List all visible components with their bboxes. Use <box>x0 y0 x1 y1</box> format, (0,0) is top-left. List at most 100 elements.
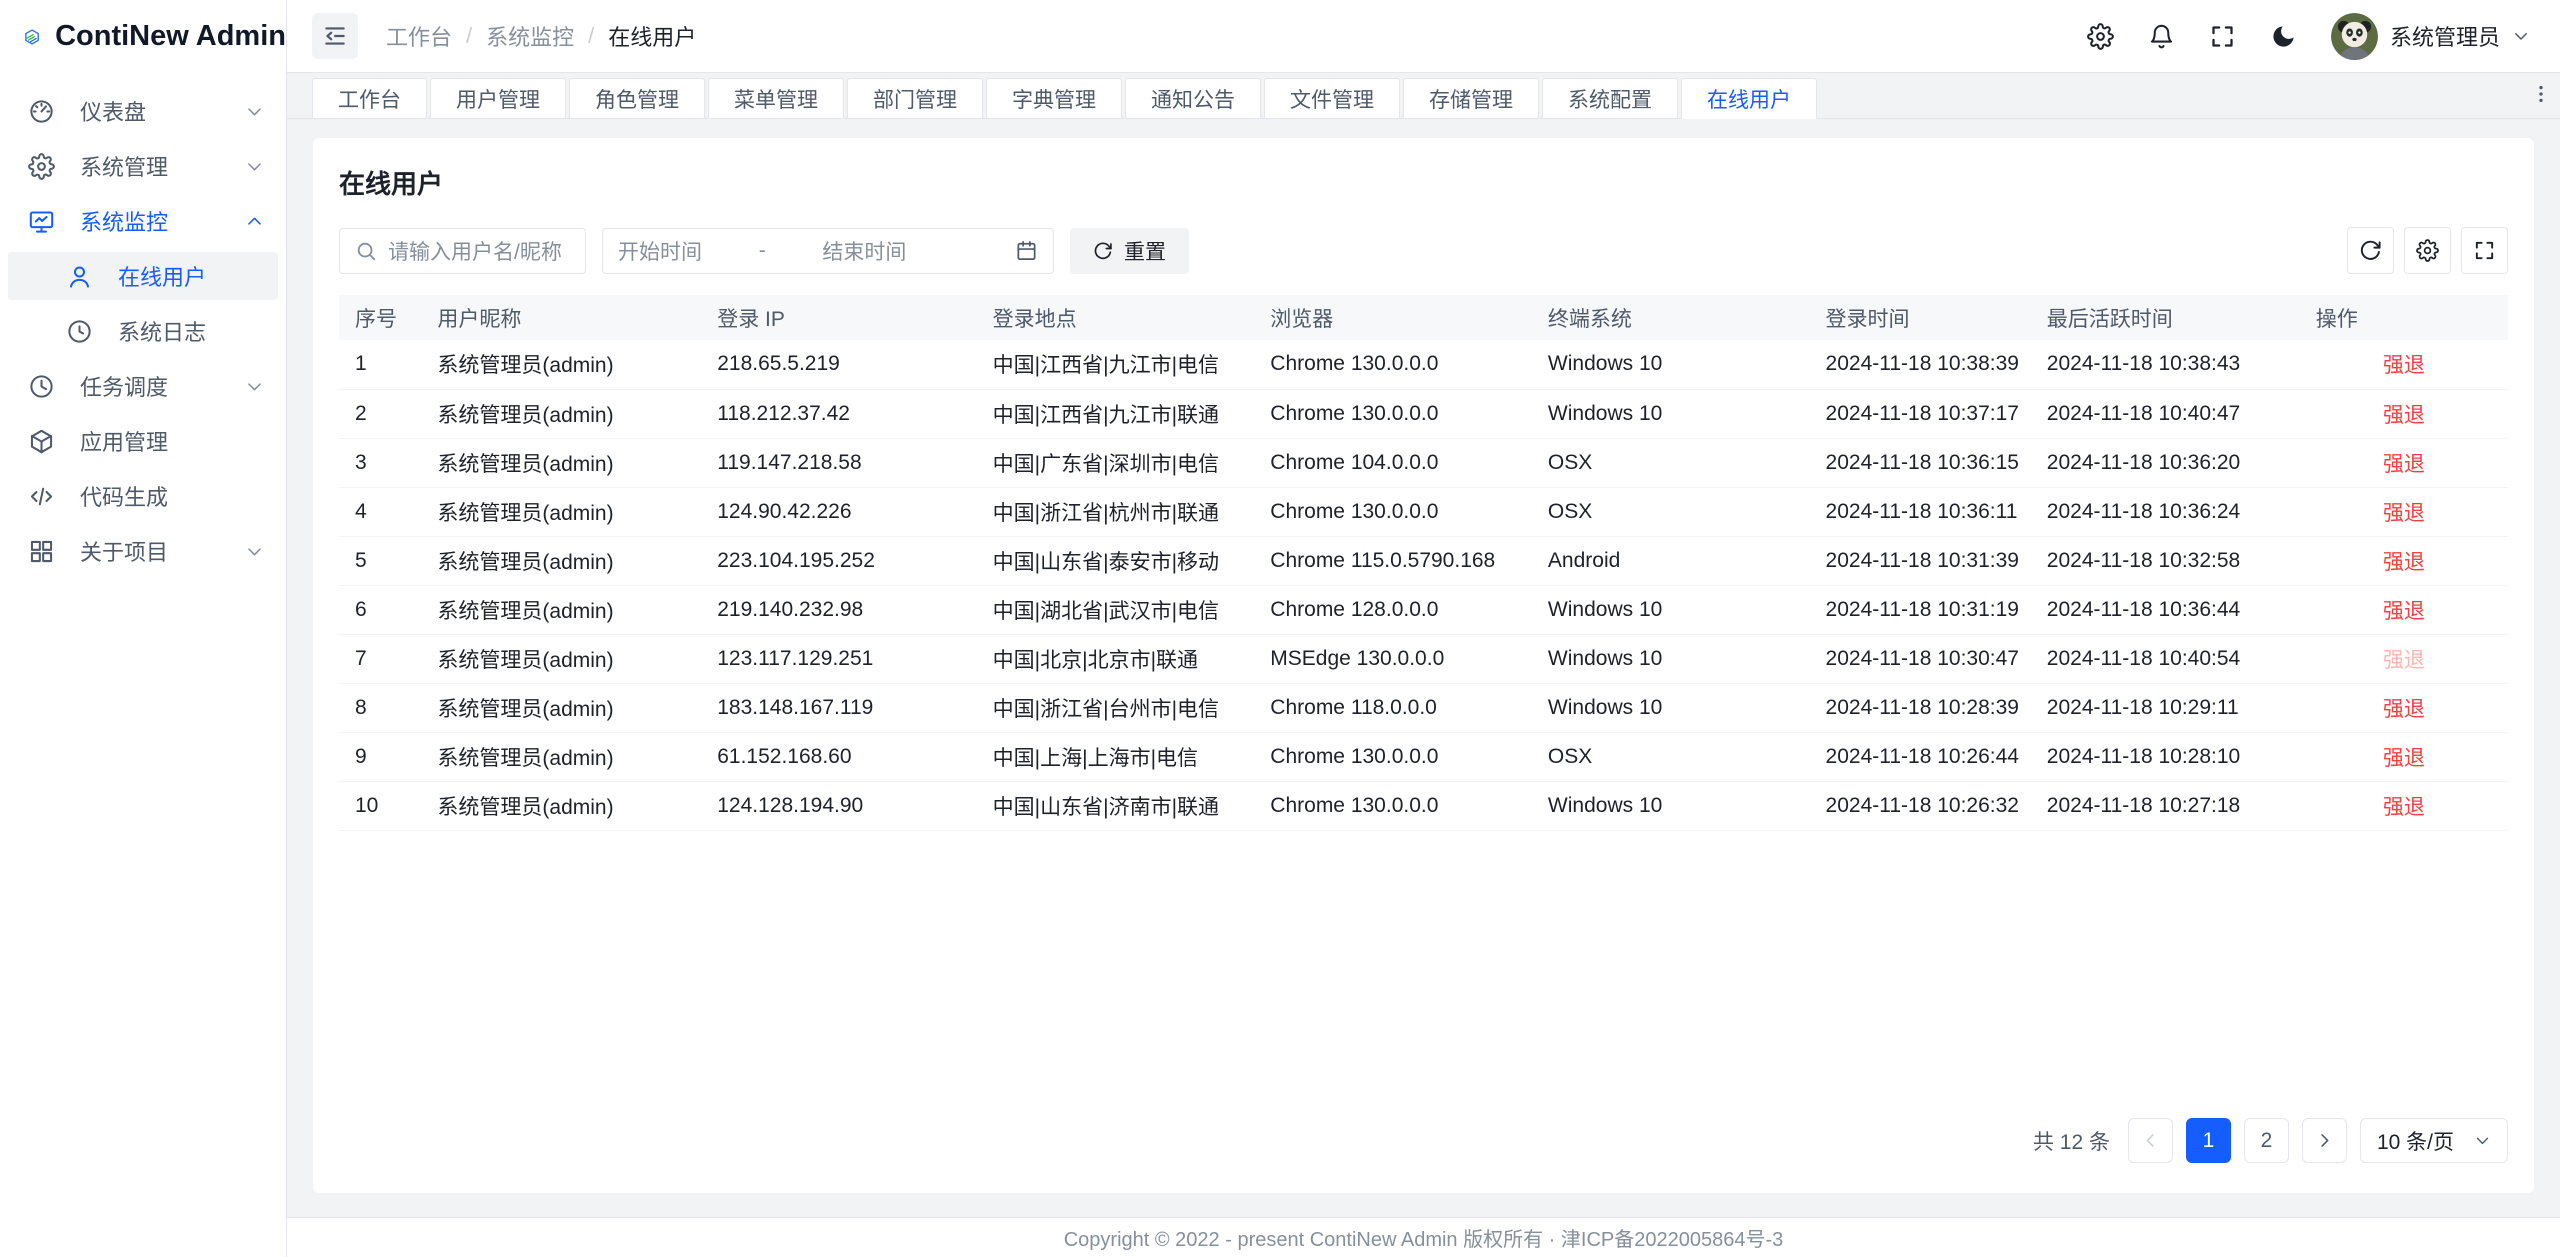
sidebar-item[interactable]: 仪表盘 <box>8 87 278 135</box>
user-menu[interactable]: 系统管理员 <box>2331 13 2530 60</box>
cell-ip: 218.65.5.219 <box>701 340 976 389</box>
sidebar-collapse-button[interactable] <box>312 13 358 59</box>
force-logout-link[interactable]: 强退 <box>2383 354 2425 377</box>
cell-location: 中国|江西省|九江市|电信 <box>977 340 1255 389</box>
sidebar-item[interactable]: 关于项目 <box>8 527 278 575</box>
pagination-prev-button[interactable] <box>2128 1118 2173 1163</box>
table-row: 9 系统管理员(admin) 61.152.168.60 中国|上海|上海市|电… <box>339 732 2508 781</box>
sidebar-item[interactable]: 在线用户 <box>8 252 278 300</box>
tab-label: 系统配置 <box>1568 84 1652 114</box>
tab[interactable]: 系统配置 <box>1542 78 1678 118</box>
tab[interactable]: 工作台 <box>312 78 427 118</box>
force-logout-link[interactable]: 强退 <box>2383 453 2425 476</box>
notifications-button[interactable] <box>2148 23 2175 50</box>
tab-label: 在线用户 <box>1707 84 1791 114</box>
cell-last-active: 2024-11-18 10:27:18 <box>2031 781 2300 830</box>
logo-icon <box>24 15 40 59</box>
cell-os: Windows 10 <box>1532 781 1810 830</box>
sidebar-item[interactable]: 系统日志 <box>8 307 278 355</box>
tab-label: 字典管理 <box>1012 84 1096 114</box>
force-logout-link[interactable]: 强退 <box>2383 698 2425 721</box>
cell-nickname: 系统管理员(admin) <box>421 732 701 781</box>
breadcrumb-item[interactable]: 系统监控 <box>486 20 574 52</box>
date-range-input[interactable]: 开始时间 - 结束时间 <box>602 228 1054 274</box>
reset-button[interactable]: 重置 <box>1070 228 1189 274</box>
cell-location: 中国|浙江省|杭州市|联通 <box>977 487 1255 536</box>
force-logout-link[interactable]: 强退 <box>2383 600 2425 623</box>
column-header: 最后活跃时间 <box>2031 295 2300 340</box>
sidebar-item-label: 系统管理 <box>80 150 245 182</box>
tab[interactable]: 菜单管理 <box>708 78 844 118</box>
sidebar-item-label: 仪表盘 <box>80 95 245 127</box>
table-settings-button[interactable] <box>2404 227 2451 274</box>
sidebar-item[interactable]: 系统监控 <box>8 197 278 245</box>
sidebar-item[interactable]: 应用管理 <box>8 417 278 465</box>
chevron-icon <box>245 157 264 176</box>
sidebar-item-label: 系统日志 <box>118 315 245 347</box>
cell-action: 强退 <box>2300 683 2508 732</box>
cell-os: Android <box>1532 536 1810 585</box>
tab-label: 工作台 <box>338 84 401 114</box>
force-logout-link[interactable]: 强退 <box>2383 551 2425 574</box>
cell-location: 中国|北京|北京市|联通 <box>977 634 1255 683</box>
cell-os: Windows 10 <box>1532 585 1810 634</box>
tab[interactable]: 字典管理 <box>986 78 1122 118</box>
cell-login-time: 2024-11-18 10:36:15 <box>1810 438 2031 487</box>
cell-last-active: 2024-11-18 10:32:58 <box>2031 536 2300 585</box>
cell-nickname: 系统管理员(admin) <box>421 585 701 634</box>
tab-label: 通知公告 <box>1151 84 1235 114</box>
cell-location: 中国|上海|上海市|电信 <box>977 732 1255 781</box>
breadcrumb-separator: / <box>588 23 594 49</box>
dark-mode-button[interactable] <box>2270 23 2297 50</box>
pagination-next-button[interactable] <box>2302 1118 2347 1163</box>
pagination-page-button[interactable]: 2 <box>2244 1118 2289 1163</box>
sidebar-item[interactable]: 系统管理 <box>8 142 278 190</box>
cell-browser: MSEdge 130.0.0.0 <box>1254 634 1532 683</box>
reset-label: 重置 <box>1124 236 1166 266</box>
table-fullscreen-button[interactable] <box>2461 227 2508 274</box>
page-size-select[interactable]: 10 条/页 <box>2360 1118 2508 1163</box>
tab[interactable]: 用户管理 <box>430 78 566 118</box>
table-refresh-button[interactable] <box>2347 227 2394 274</box>
search-input[interactable]: 请输入用户名/昵称 <box>339 228 586 274</box>
tab[interactable]: 在线用户 <box>1681 78 1817 119</box>
tab[interactable]: 存储管理 <box>1403 78 1539 118</box>
table-body: 1 系统管理员(admin) 218.65.5.219 中国|江西省|九江市|电… <box>339 340 2508 830</box>
sidebar-item[interactable]: 任务调度 <box>8 362 278 410</box>
cell-browser: Chrome 104.0.0.0 <box>1254 438 1532 487</box>
tab-more-button[interactable] <box>2530 83 2552 105</box>
force-logout-link[interactable]: 强退 <box>2383 649 2425 672</box>
cell-location: 中国|山东省|济南市|联通 <box>977 781 1255 830</box>
pagination: 共 12 条 1 2 10 条/页 <box>339 1098 2508 1173</box>
column-header: 浏览器 <box>1254 295 1532 340</box>
tab[interactable]: 文件管理 <box>1264 78 1400 118</box>
tab[interactable]: 通知公告 <box>1125 78 1261 118</box>
fullscreen-button[interactable] <box>2209 23 2236 50</box>
breadcrumb-separator: / <box>466 23 472 49</box>
tab[interactable]: 角色管理 <box>569 78 705 118</box>
force-logout-link[interactable]: 强退 <box>2383 502 2425 525</box>
force-logout-link[interactable]: 强退 <box>2383 747 2425 770</box>
column-header: 用户昵称 <box>421 295 701 340</box>
pagination-page-button[interactable]: 1 <box>2186 1118 2231 1163</box>
cell-browser: Chrome 130.0.0.0 <box>1254 389 1532 438</box>
logo[interactable]: ContiNew Admin <box>0 0 286 73</box>
sidebar: ContiNew Admin 仪表盘 系统管理 系统监控 <box>0 0 287 1257</box>
topbar-actions: 系统管理员 <box>2087 13 2530 60</box>
cell-index: 6 <box>339 585 421 634</box>
logo-text: ContiNew Admin <box>55 20 286 53</box>
sidebar-item-icon <box>28 208 55 235</box>
tab-label: 存储管理 <box>1429 84 1513 114</box>
force-logout-link[interactable]: 强退 <box>2383 404 2425 427</box>
cell-login-time: 2024-11-18 10:31:19 <box>1810 585 2031 634</box>
cell-ip: 123.117.129.251 <box>701 634 976 683</box>
force-logout-link[interactable]: 强退 <box>2383 796 2425 819</box>
copyright-text: Copyright © 2022 - present ContiNew Admi… <box>1064 1223 1784 1252</box>
sidebar-item[interactable]: 代码生成 <box>8 472 278 520</box>
chevron-icon <box>245 487 264 506</box>
cell-login-time: 2024-11-18 10:37:17 <box>1810 389 2031 438</box>
cell-action: 强退 <box>2300 340 2508 389</box>
breadcrumb-item[interactable]: 工作台 <box>386 20 452 52</box>
settings-button[interactable] <box>2087 23 2114 50</box>
tab[interactable]: 部门管理 <box>847 78 983 118</box>
